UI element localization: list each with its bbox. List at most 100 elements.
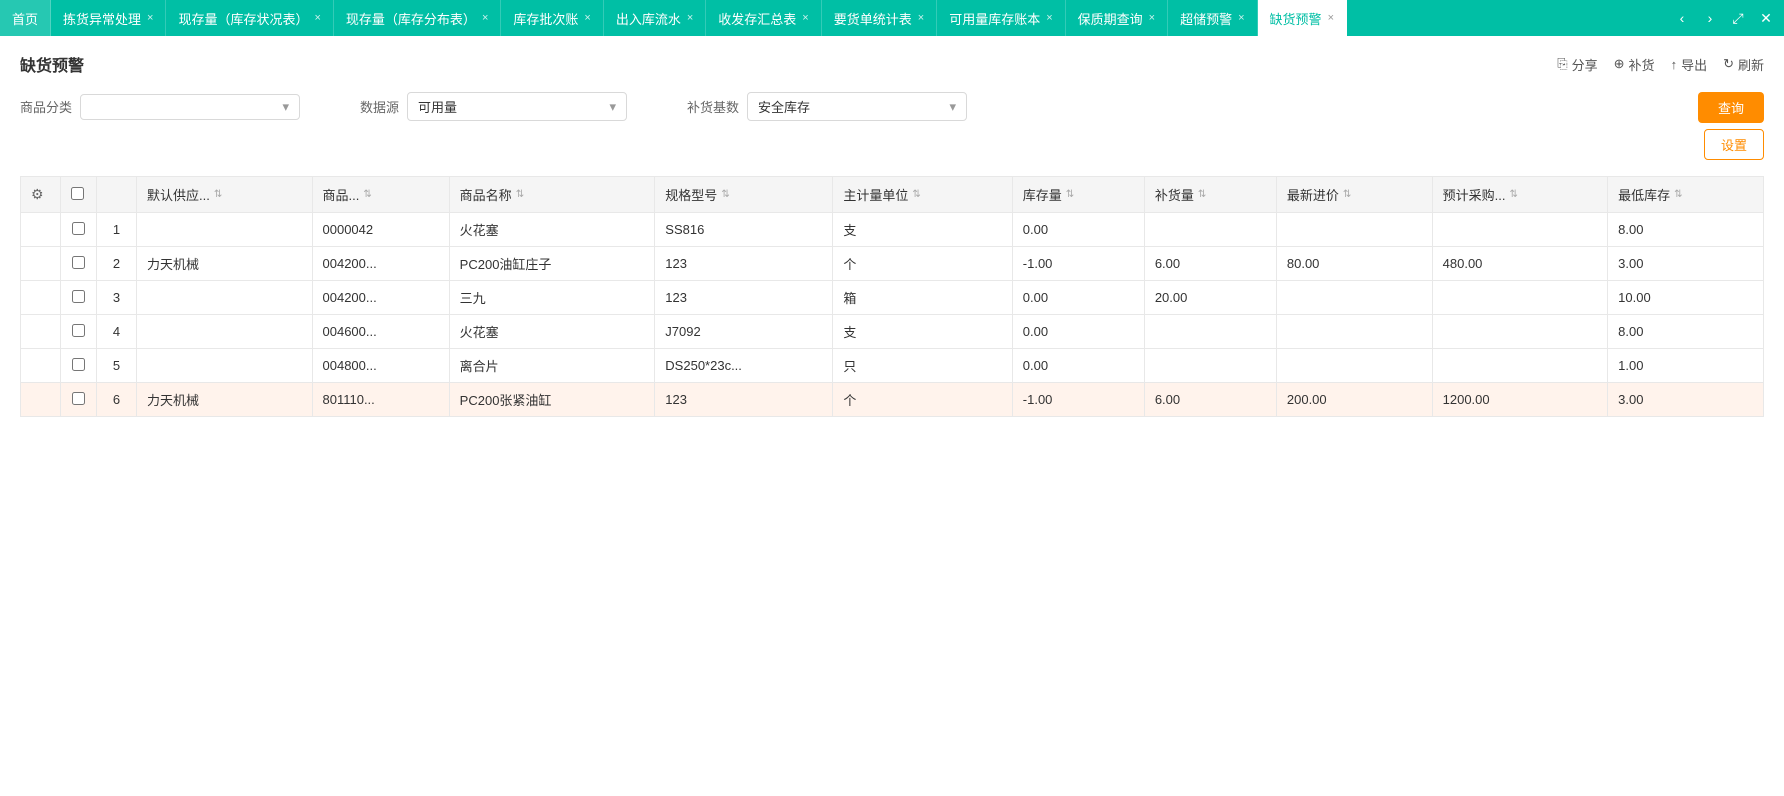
cell-unit: 支 — [833, 213, 1012, 247]
cell-unit: 箱 — [833, 281, 1012, 315]
close-icon[interactable]: × — [687, 12, 693, 24]
cell-check — [61, 383, 97, 417]
cell-supplier — [137, 281, 313, 315]
col-minstock-header[interactable]: 最低库存 ⇅ — [1608, 177, 1764, 213]
datasource-label: 数据源 — [360, 97, 399, 116]
table-row: 4 004600... 火花塞 J7092 支 0.00 8.00 — [21, 315, 1764, 349]
cell-estpurchase: 1200.00 — [1432, 383, 1608, 417]
cell-name: 火花塞 — [449, 213, 655, 247]
row-checkbox[interactable] — [72, 256, 85, 269]
row-checkbox[interactable] — [72, 290, 85, 303]
cell-latestprice: 80.00 — [1276, 247, 1432, 281]
tab-expiry-query[interactable]: 保质期查询 × — [1066, 0, 1168, 36]
cell-latestprice — [1276, 213, 1432, 247]
table-row: 2 力天机械 004200... PC200油缸庄子 123 个 -1.00 6… — [21, 247, 1764, 281]
col-unit-header[interactable]: 主计量单位 ⇅ — [833, 177, 1012, 213]
category-filter-group: 商品分类 ▾ — [20, 94, 300, 120]
nav-restore-button[interactable]: ⤢ — [1724, 4, 1752, 32]
cell-stock: 0.00 — [1012, 281, 1144, 315]
cell-check — [61, 247, 97, 281]
close-icon[interactable]: × — [482, 12, 488, 24]
close-icon[interactable]: × — [1328, 12, 1334, 24]
nav-next-button[interactable]: › — [1696, 4, 1724, 32]
col-estpurchase-header[interactable]: 预计采购... ⇅ — [1432, 177, 1608, 213]
cell-check — [61, 315, 97, 349]
cell-unit: 个 — [833, 383, 1012, 417]
close-icon[interactable]: × — [1149, 12, 1155, 24]
cell-code: 0000042 — [312, 213, 449, 247]
close-icon[interactable]: × — [1238, 12, 1244, 24]
cell-gear — [21, 383, 61, 417]
cell-name: 三九 — [449, 281, 655, 315]
tab-overstock-warning[interactable]: 超储预警 × — [1168, 0, 1257, 36]
share-button[interactable]: ⎘ 分享 — [1557, 55, 1597, 74]
row-checkbox[interactable] — [72, 222, 85, 235]
tab-batch-account[interactable]: 库存批次账 × — [501, 0, 603, 36]
cell-restock — [1144, 315, 1276, 349]
gear-icon[interactable]: ⚙ — [31, 186, 44, 203]
tab-shortage-warning[interactable]: 缺货预警 × — [1258, 0, 1347, 36]
cell-num: 3 — [97, 281, 137, 315]
cell-minstock: 3.00 — [1608, 383, 1764, 417]
col-latestprice-header[interactable]: 最新进价 ⇅ — [1276, 177, 1432, 213]
restock-button[interactable]: ⊕ 补货 — [1614, 55, 1655, 74]
refresh-button[interactable]: ↻ 刷新 — [1723, 55, 1764, 74]
cell-supplier — [137, 315, 313, 349]
cell-supplier: 力天机械 — [137, 383, 313, 417]
cell-restock: 6.00 — [1144, 247, 1276, 281]
cell-stock: 0.00 — [1012, 315, 1144, 349]
col-stock-header[interactable]: 库存量 ⇅ — [1012, 177, 1144, 213]
sort-icon: ⇅ — [721, 189, 729, 200]
table-header-row: ⚙ 默认供应... ⇅ 商品... ⇅ — [21, 177, 1764, 213]
cell-minstock: 1.00 — [1608, 349, 1764, 383]
tab-inventory-distribution[interactable]: 现存量（库存分布表） × — [334, 0, 501, 36]
close-icon[interactable]: × — [918, 12, 924, 24]
cell-minstock: 3.00 — [1608, 247, 1764, 281]
nav-prev-button[interactable]: ‹ — [1668, 4, 1696, 32]
cell-latestprice — [1276, 349, 1432, 383]
col-check-header — [61, 177, 97, 213]
cell-stock: -1.00 — [1012, 383, 1144, 417]
restock-base-select[interactable]: 安全库存 ▾ — [747, 92, 967, 121]
tab-inout-flow[interactable]: 出入库流水 × — [604, 0, 706, 36]
close-icon[interactable]: × — [147, 12, 153, 24]
nav-close-button[interactable]: ✕ — [1752, 4, 1780, 32]
col-restock-header[interactable]: 补货量 ⇅ — [1144, 177, 1276, 213]
col-supplier-header[interactable]: 默认供应... ⇅ — [137, 177, 313, 213]
tab-picking-exception[interactable]: 拣货异常处理 × — [51, 0, 166, 36]
restock-base-label: 补货基数 — [687, 97, 739, 116]
select-all-checkbox[interactable] — [71, 187, 84, 200]
tab-home[interactable]: 首页 — [0, 0, 51, 36]
col-spec-header[interactable]: 规格型号 ⇅ — [655, 177, 833, 213]
tab-available-ledger[interactable]: 可用量库存账本 × — [937, 0, 1065, 36]
tab-receive-summary[interactable]: 收发存汇总表 × — [706, 0, 821, 36]
cell-unit: 只 — [833, 349, 1012, 383]
restock-base-filter-group: 补货基数 安全库存 ▾ — [687, 92, 967, 121]
export-button[interactable]: ↑ 导出 — [1671, 55, 1708, 74]
cell-spec: 123 — [655, 281, 833, 315]
header-actions: ⎘ 分享 ⊕ 补货 ↑ 导出 ↻ 刷新 — [1557, 55, 1764, 74]
close-icon[interactable]: × — [314, 12, 320, 24]
row-checkbox[interactable] — [72, 324, 85, 337]
setting-button[interactable]: 设置 — [1704, 129, 1764, 160]
restock-base-value: 安全库存 — [758, 97, 810, 116]
query-button[interactable]: 查询 — [1698, 92, 1764, 123]
sort-icon: ⇅ — [214, 189, 222, 200]
row-checkbox[interactable] — [72, 358, 85, 371]
table-row: 6 力天机械 801110... PC200张紧油缸 123 个 -1.00 6… — [21, 383, 1764, 417]
cell-supplier: 力天机械 — [137, 247, 313, 281]
tab-inventory-status[interactable]: 现存量（库存状况表） × — [166, 0, 333, 36]
cell-latestprice: 200.00 — [1276, 383, 1432, 417]
close-icon[interactable]: × — [802, 12, 808, 24]
col-name-header[interactable]: 商品名称 ⇅ — [449, 177, 655, 213]
close-icon[interactable]: × — [584, 12, 590, 24]
cell-stock: -1.00 — [1012, 247, 1144, 281]
category-select[interactable]: ▾ — [80, 94, 300, 120]
col-code-header[interactable]: 商品... ⇅ — [312, 177, 449, 213]
tab-order-stats[interactable]: 要货单统计表 × — [822, 0, 937, 36]
cell-estpurchase — [1432, 213, 1608, 247]
row-checkbox[interactable] — [72, 392, 85, 405]
cell-gear — [21, 315, 61, 349]
close-icon[interactable]: × — [1046, 12, 1052, 24]
datasource-select[interactable]: 可用量 ▾ — [407, 92, 627, 121]
